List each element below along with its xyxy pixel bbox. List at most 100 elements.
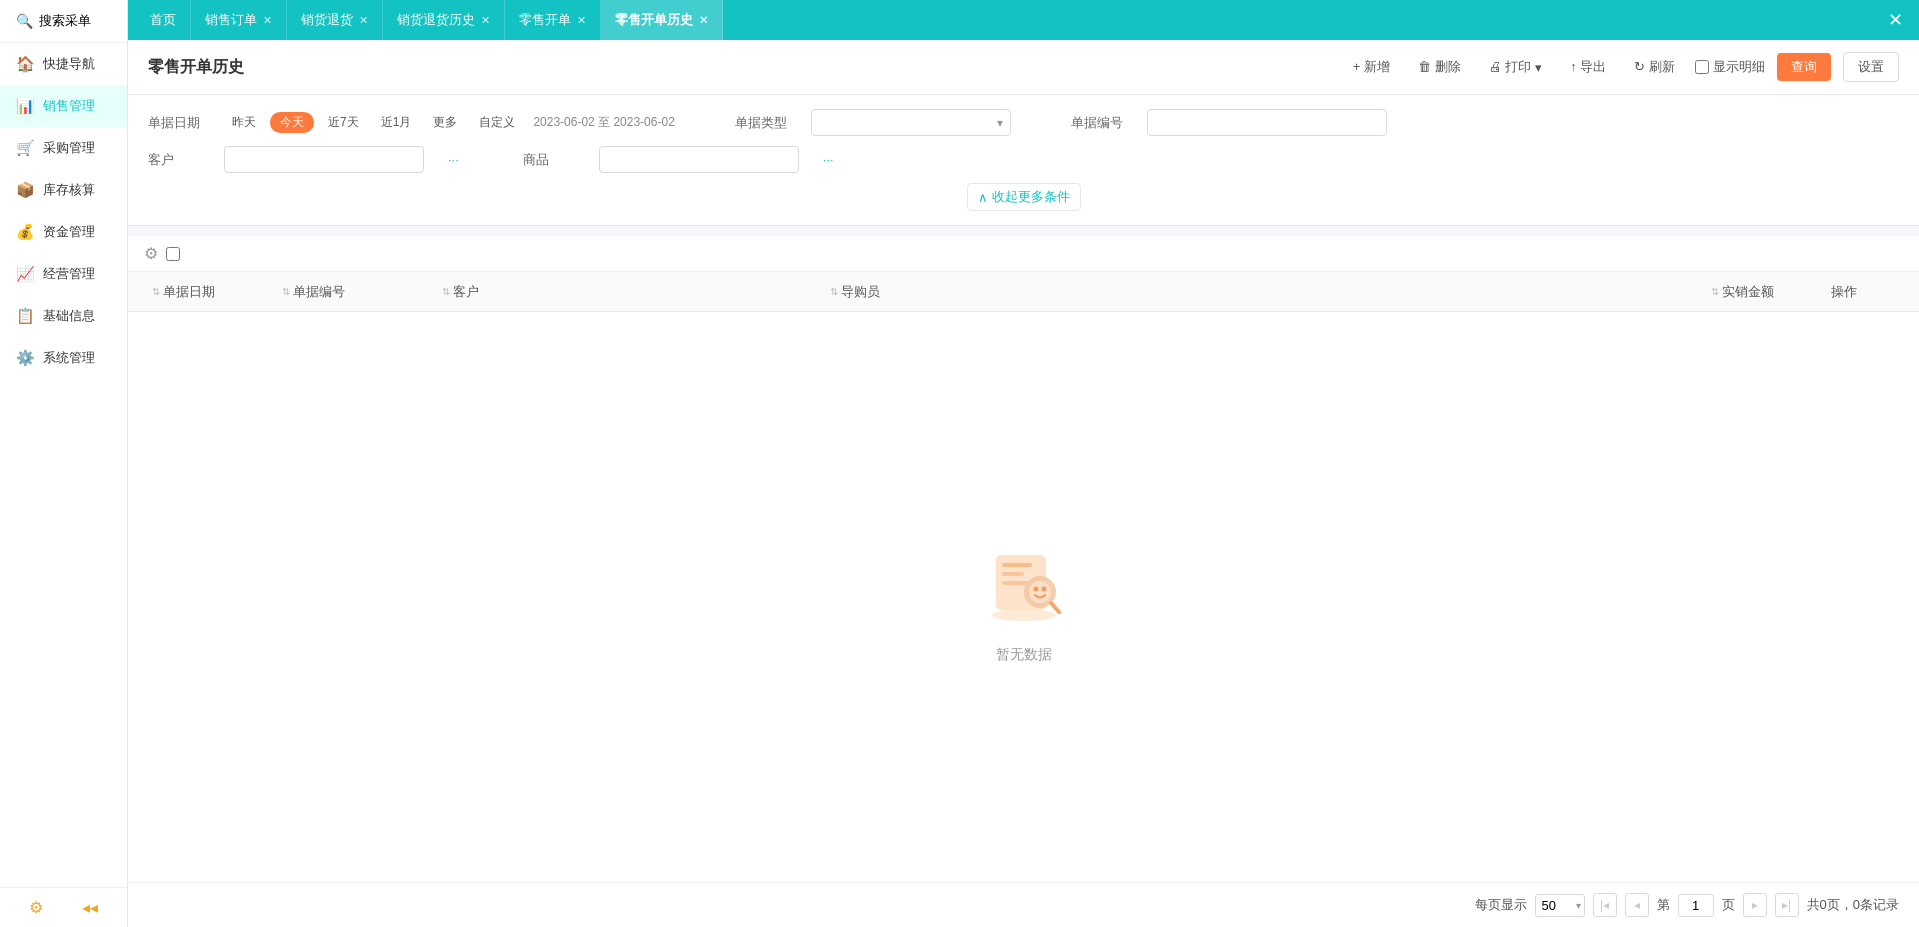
tab-retail-open[interactable]: 零售开单 ✕ xyxy=(505,0,601,40)
delete-button[interactable]: 🗑 删除 xyxy=(1410,54,1469,80)
goods-input[interactable] xyxy=(599,146,799,173)
add-button[interactable]: + 新增 xyxy=(1345,54,1398,80)
goods-dots[interactable]: ··· xyxy=(819,152,838,167)
tab-retail-open-history[interactable]: 零售开单历史 ✕ xyxy=(601,0,723,40)
collapse-button[interactable]: ∧ 收起更多条件 xyxy=(967,183,1081,211)
filter-section: 单据日期 昨天 今天 近7天 近1月 更多 自定义 2023-06-02 至 2… xyxy=(128,95,1919,226)
page-last-btn[interactable]: ▸| xyxy=(1775,893,1799,917)
tab-bar: 首页 销售订单 ✕ 销货退货 ✕ 销货退货历史 ✕ 零售开单 ✕ 零售开单历史 … xyxy=(128,0,1919,40)
sidebar-item-label-finance: 资金管理 xyxy=(43,223,95,241)
th-customer-label: 客户 xyxy=(453,283,479,301)
sidebar-item-inventory[interactable]: 📦 库存核算 xyxy=(0,169,127,211)
show-detail-toggle[interactable]: 显示明细 xyxy=(1695,58,1765,76)
th-num-sort-icon: ⇅ xyxy=(282,286,290,297)
date-yesterday[interactable]: 昨天 xyxy=(224,112,264,133)
date-range-text: 2023-06-02 至 2023-06-02 xyxy=(533,114,674,131)
page-size-wrap: 50 100 200 xyxy=(1535,894,1585,917)
pagination: 每页显示 50 100 200 |◂ ◂ 第 1 页 ▸ ▸| 共0页，0条记录 xyxy=(128,882,1919,927)
doc-icon: 📋 xyxy=(16,307,35,325)
th-date-label: 单据日期 xyxy=(163,283,215,301)
th-amount-sort-icon: ⇅ xyxy=(1711,286,1719,297)
th-customer[interactable]: ⇅ 客户 xyxy=(434,283,822,301)
print-button[interactable]: 🖨 打印 ▾ xyxy=(1481,54,1551,80)
th-date[interactable]: ⇅ 单据日期 xyxy=(144,283,274,301)
search-icon: 🔍 xyxy=(16,13,33,29)
tab-sales-return[interactable]: 销货退货 ✕ xyxy=(287,0,383,40)
settings-footer-icon[interactable]: ⚙ xyxy=(29,898,43,917)
sidebar-item-purchase-mgmt[interactable]: 🛒 采购管理 xyxy=(0,127,127,169)
show-detail-checkbox[interactable] xyxy=(1695,60,1709,74)
sidebar-item-sys-mgmt[interactable]: ⚙️ 系统管理 xyxy=(0,337,127,379)
sidebar-footer: ⚙ ◂◂ xyxy=(0,887,127,927)
th-num[interactable]: ⇅ 单据编号 xyxy=(274,283,434,301)
page-label: 第 xyxy=(1657,896,1670,914)
main-area: 首页 销售订单 ✕ 销货退货 ✕ 销货退货历史 ✕ 零售开单 ✕ 零售开单历史 … xyxy=(128,0,1919,927)
export-button[interactable]: ↑ 导出 xyxy=(1562,54,1614,80)
th-guide[interactable]: ⇅ 导购员 xyxy=(822,283,942,301)
doc-type-select-wrap xyxy=(811,109,1011,136)
window-close-icon[interactable]: ✕ xyxy=(1880,9,1911,31)
page-next-btn[interactable]: ▸ xyxy=(1743,893,1767,917)
table-header: ⇅ 单据日期 ⇅ 单据编号 ⇅ 客户 ⇅ 导购员 ⇅ 实销 xyxy=(128,272,1919,312)
page-first-btn[interactable]: |◂ xyxy=(1593,893,1617,917)
customer-dots[interactable]: ··· xyxy=(444,152,463,167)
date-last7[interactable]: 近7天 xyxy=(320,112,367,133)
doc-type-select[interactable] xyxy=(811,109,1011,136)
date-last-month[interactable]: 近1月 xyxy=(373,112,420,133)
date-more[interactable]: 更多 xyxy=(425,112,465,133)
header-actions: + 新增 🗑 删除 🖨 打印 ▾ ↑ 导出 ↻ 刷新 显示明细 xyxy=(1345,52,1899,82)
sidebar-item-basic-info[interactable]: 📋 基础信息 xyxy=(0,295,127,337)
page-size-select[interactable]: 50 100 200 xyxy=(1535,894,1585,917)
query-button[interactable]: 查询 xyxy=(1777,53,1831,81)
tab-home[interactable]: 首页 xyxy=(136,0,191,40)
table-config-icon[interactable]: ⚙ xyxy=(144,244,158,263)
th-amount-label: 实销金额 xyxy=(1722,283,1774,301)
th-guide-sort-icon: ⇅ xyxy=(830,286,838,297)
refresh-button[interactable]: ↻ 刷新 xyxy=(1626,54,1683,80)
svg-point-6 xyxy=(1029,581,1051,603)
date-today[interactable]: 今天 xyxy=(270,112,314,133)
doc-num-input[interactable] xyxy=(1147,109,1387,136)
svg-point-0 xyxy=(992,609,1056,621)
tab-sales-return-close[interactable]: ✕ xyxy=(359,14,368,27)
box-icon: 📦 xyxy=(16,181,35,199)
tab-sales-return-history-label: 销货退货历史 xyxy=(397,11,475,29)
show-detail-label: 显示明细 xyxy=(1713,58,1765,76)
date-custom[interactable]: 自定义 xyxy=(471,112,523,133)
sidebar-item-business[interactable]: 📈 经营管理 xyxy=(0,253,127,295)
page-prev-btn[interactable]: ◂ xyxy=(1625,893,1649,917)
settings-button[interactable]: 设置 xyxy=(1843,52,1899,82)
sidebar-search-label: 搜索采单 xyxy=(39,12,91,30)
delete-label: 🗑 删除 xyxy=(1418,58,1461,76)
collapse-label: 收起更多条件 xyxy=(992,188,1070,206)
collapse-sidebar-icon[interactable]: ◂◂ xyxy=(82,898,98,917)
settings-label: 设置 xyxy=(1858,58,1884,76)
date-options: 昨天 今天 近7天 近1月 更多 自定义 2023-06-02 至 2023-0… xyxy=(224,112,675,133)
sidebar-item-quick-nav[interactable]: 🏠 快捷导航 xyxy=(0,43,127,85)
page-total: 共0页，0条记录 xyxy=(1807,896,1899,914)
sidebar: 🔍 搜索采单 🏠 快捷导航 📊 销售管理 🛒 采购管理 📦 库存核算 💰 资金管… xyxy=(0,0,128,927)
sidebar-search[interactable]: 🔍 搜索采单 xyxy=(0,0,127,43)
doc-type-filter-label: 单据类型 xyxy=(735,114,791,132)
sidebar-item-label-inventory: 库存核算 xyxy=(43,181,95,199)
sidebar-item-sales-mgmt[interactable]: 📊 销售管理 xyxy=(0,85,127,127)
tab-sales-return-history[interactable]: 销货退货历史 ✕ xyxy=(383,0,505,40)
customer-input[interactable] xyxy=(224,146,424,173)
tab-sales-return-history-close[interactable]: ✕ xyxy=(481,14,490,27)
tab-retail-open-close[interactable]: ✕ xyxy=(577,14,586,27)
tab-home-label: 首页 xyxy=(150,11,176,29)
sidebar-item-finance[interactable]: 💰 资金管理 xyxy=(0,211,127,253)
chart-icon: 📊 xyxy=(16,97,35,115)
th-amount[interactable]: ⇅ 实销金额 xyxy=(1703,283,1823,301)
select-all-checkbox[interactable] xyxy=(166,247,180,261)
tab-sales-order-close[interactable]: ✕ xyxy=(263,14,272,27)
tab-retail-open-history-label: 零售开单历史 xyxy=(615,11,693,29)
print-label: 🖨 打印 xyxy=(1489,58,1532,76)
svg-rect-4 xyxy=(1002,581,1028,585)
tab-retail-open-history-close[interactable]: ✕ xyxy=(699,14,708,27)
tab-sales-order[interactable]: 销售订单 ✕ xyxy=(191,0,287,40)
page-input[interactable]: 1 xyxy=(1678,894,1714,917)
sidebar-item-label-sys-mgmt: 系统管理 xyxy=(43,349,95,367)
table-toolbar: ⚙ xyxy=(128,236,1919,272)
export-label: ↑ 导出 xyxy=(1570,58,1606,76)
